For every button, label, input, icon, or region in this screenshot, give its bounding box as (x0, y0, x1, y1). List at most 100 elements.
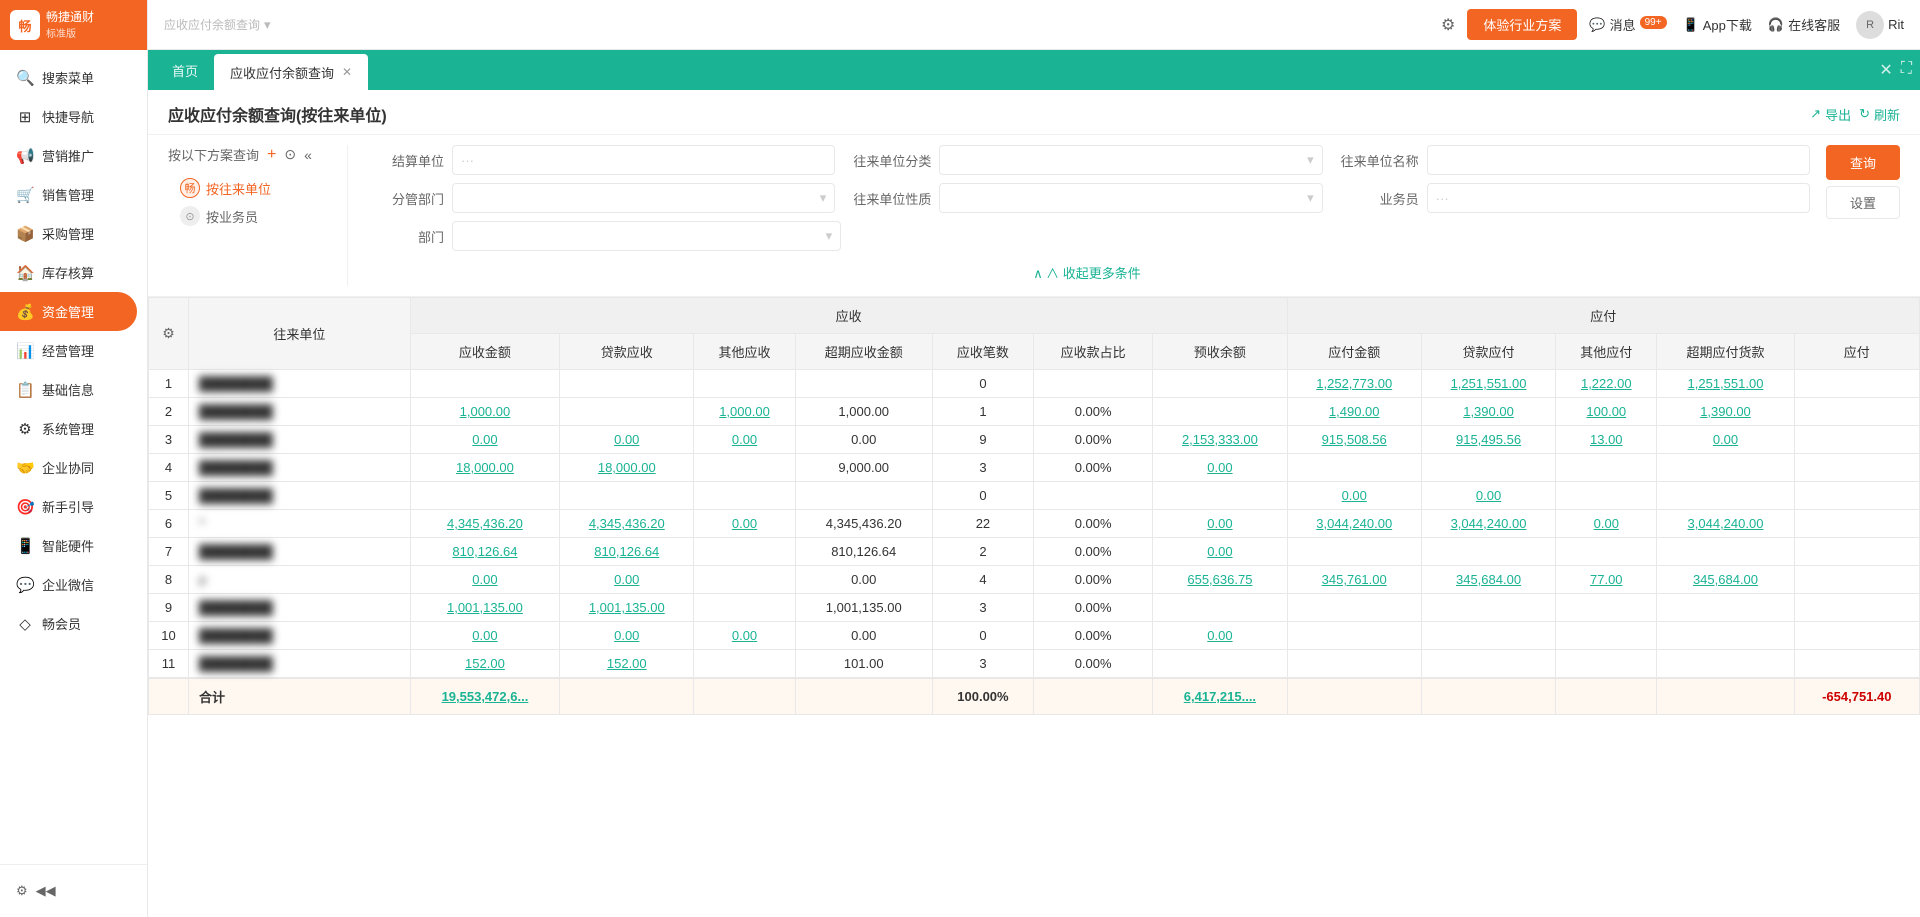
footer-label: 合计 (189, 678, 411, 715)
cell-link[interactable]: 152.00 (560, 650, 694, 679)
cell-link[interactable]: 152.00 (410, 650, 559, 679)
gear-icon[interactable]: ⚙ (1441, 15, 1455, 35)
cell-link[interactable]: 0.00 (1153, 622, 1287, 650)
app-download-btn[interactable]: 📱 App下载 (1683, 15, 1752, 34)
user-menu[interactable]: R Rit (1856, 11, 1904, 39)
department-input[interactable]: ▾ (452, 221, 841, 251)
cell-link[interactable]: 1,222.00 (1556, 370, 1657, 398)
footer-ar-amount[interactable]: 19,553,472,6... (410, 678, 559, 715)
sidebar-item-inventory[interactable]: 🏠 库存核算 (0, 253, 147, 292)
sidebar-item-wechat[interactable]: 💬 企业微信 (0, 565, 147, 604)
row-num: 7 (149, 538, 189, 566)
scheme-by-staff[interactable]: ⊙ 按业务员 (168, 202, 335, 230)
cell-link[interactable]: 1,251,551.00 (1421, 370, 1555, 398)
footer-ar-prepay[interactable]: 6,417,215.... (1153, 678, 1287, 715)
scheme-settings-icon[interactable]: ⊙ (284, 146, 296, 163)
cell-link[interactable]: 915,495.56 (1421, 426, 1555, 454)
cell-link[interactable]: 1,390.00 (1421, 398, 1555, 426)
tab-home[interactable]: 首页 (156, 50, 214, 90)
cell-link[interactable]: 1,001,135.00 (410, 594, 559, 622)
cell-link[interactable]: 1,001,135.00 (560, 594, 694, 622)
query-button[interactable]: 查询 (1826, 145, 1900, 180)
cell-link[interactable]: 100.00 (1556, 398, 1657, 426)
cell-link[interactable]: 655,636.75 (1153, 566, 1287, 594)
cell-link[interactable]: 1,000.00 (410, 398, 559, 426)
tab-query[interactable]: 应收应付余额查询 ✕ (214, 54, 368, 90)
cell-link[interactable]: 1,251,551.00 (1657, 370, 1794, 398)
cell-link[interactable]: 0.00 (560, 426, 694, 454)
cell-link[interactable]: 0.00 (694, 426, 795, 454)
sidebar-settings[interactable]: ⚙ ◀◀ (0, 875, 147, 907)
filter-collapse-btn[interactable]: ∧ ∧ 收起更多条件 (364, 259, 1810, 286)
cell-link[interactable]: 0.00 (1556, 510, 1657, 538)
cell-link[interactable]: 13.00 (1556, 426, 1657, 454)
cell-link[interactable]: 0.00 (1153, 510, 1287, 538)
cell-link[interactable]: 77.00 (1556, 566, 1657, 594)
cell-link[interactable]: 0.00 (1287, 482, 1421, 510)
scheme-collapse-icon[interactable]: « (304, 147, 312, 163)
sidebar-item-sales[interactable]: 🛒 销售管理 (0, 175, 147, 214)
unit-category-input[interactable]: ▾ (939, 145, 1322, 175)
close-all-icon[interactable]: ✕ (1879, 60, 1892, 80)
sidebar-item-marketing[interactable]: 📢 营销推广 (0, 136, 147, 175)
cell-link[interactable]: 345,684.00 (1657, 566, 1794, 594)
export-button[interactable]: ↗ 导出 (1810, 105, 1851, 124)
sidebar-item-basic[interactable]: 📋 基础信息 (0, 370, 147, 409)
cell-link[interactable]: 915,508.56 (1287, 426, 1421, 454)
cell-link[interactable]: 0.00 (694, 510, 795, 538)
cell-link[interactable]: 0.00 (1657, 426, 1794, 454)
unit-name-input[interactable] (1427, 145, 1810, 175)
cell-link[interactable]: 1,252,773.00 (1287, 370, 1421, 398)
cell-link[interactable]: 4,345,436.20 (560, 510, 694, 538)
cell-link[interactable]: 0.00 (694, 622, 795, 650)
cell-link[interactable]: 0.00 (560, 566, 694, 594)
tab-close-icon[interactable]: ✕ (342, 65, 352, 79)
table-settings-icon[interactable]: ⚙ (162, 325, 175, 341)
cell-link[interactable]: 4,345,436.20 (410, 510, 559, 538)
sidebar-item-mgmt[interactable]: 📊 经营管理 (0, 331, 147, 370)
promo-button[interactable]: 体验行业方案 (1467, 9, 1577, 40)
page-actions: ↗ 导出 ↻ 刷新 (1810, 105, 1900, 124)
add-scheme-icon[interactable]: + (267, 146, 276, 164)
sidebar-item-search[interactable]: 🔍 搜索菜单 (0, 58, 147, 97)
sidebar-item-guide[interactable]: 🎯 新手引导 (0, 487, 147, 526)
sidebar-item-nav[interactable]: ⊞ 快捷导航 (0, 97, 147, 136)
cell-link[interactable]: 18,000.00 (560, 454, 694, 482)
cell-link[interactable]: 0.00 (410, 426, 559, 454)
sidebar-item-hardware[interactable]: 📱 智能硬件 (0, 526, 147, 565)
cell-link[interactable]: 345,761.00 (1287, 566, 1421, 594)
cell-link[interactable]: 0.00 (410, 566, 559, 594)
cell-link[interactable]: 3,044,240.00 (1421, 510, 1555, 538)
dept-manager-input[interactable]: ▾ (452, 183, 835, 213)
sidebar-item-collab[interactable]: 🤝 企业协同 (0, 448, 147, 487)
cell-link[interactable]: 0.00 (1421, 482, 1555, 510)
cell-link[interactable]: 0.00 (1153, 454, 1287, 482)
cell-link[interactable]: 345,684.00 (1421, 566, 1555, 594)
unit-nature-input[interactable]: ▾ (939, 183, 1322, 213)
customer-service-btn[interactable]: 🎧 在线客服 (1768, 15, 1840, 34)
cell-link[interactable]: 1,490.00 (1287, 398, 1421, 426)
sidebar-item-system[interactable]: ⚙ 系统管理 (0, 409, 147, 448)
cell-link[interactable]: 0.00 (410, 622, 559, 650)
fullscreen-icon[interactable]: ⛶ (1901, 60, 1912, 80)
cell-link[interactable]: 2,153,333.00 (1153, 426, 1287, 454)
scheme-by-unit[interactable]: 畅 按往来单位 (168, 174, 335, 202)
cell-link[interactable]: 810,126.64 (410, 538, 559, 566)
sidebar-item-finance[interactable]: 💰 资金管理 (0, 292, 137, 331)
set-button[interactable]: 设置 (1826, 186, 1900, 219)
notification-btn[interactable]: 💬 消息 99+ (1589, 15, 1666, 34)
sidebar-item-member[interactable]: ◇ 畅会员 (0, 604, 147, 643)
cell-link[interactable]: 810,126.64 (560, 538, 694, 566)
cell-link[interactable]: 1,000.00 (694, 398, 795, 426)
collapse-icon: ◀◀ (36, 883, 56, 899)
cell-link[interactable]: 0.00 (1153, 538, 1287, 566)
cell-link[interactable]: 3,044,240.00 (1287, 510, 1421, 538)
settlement-unit-input[interactable]: ··· (452, 145, 835, 175)
refresh-button[interactable]: ↻ 刷新 (1859, 105, 1900, 124)
cell-link[interactable]: 18,000.00 (410, 454, 559, 482)
cell-link[interactable]: 0.00 (560, 622, 694, 650)
sidebar-item-purchase[interactable]: 📦 采购管理 (0, 214, 147, 253)
cell-link[interactable]: 3,044,240.00 (1657, 510, 1794, 538)
cell-link[interactable]: 1,390.00 (1657, 398, 1794, 426)
salesperson-input[interactable]: ··· (1427, 183, 1810, 213)
